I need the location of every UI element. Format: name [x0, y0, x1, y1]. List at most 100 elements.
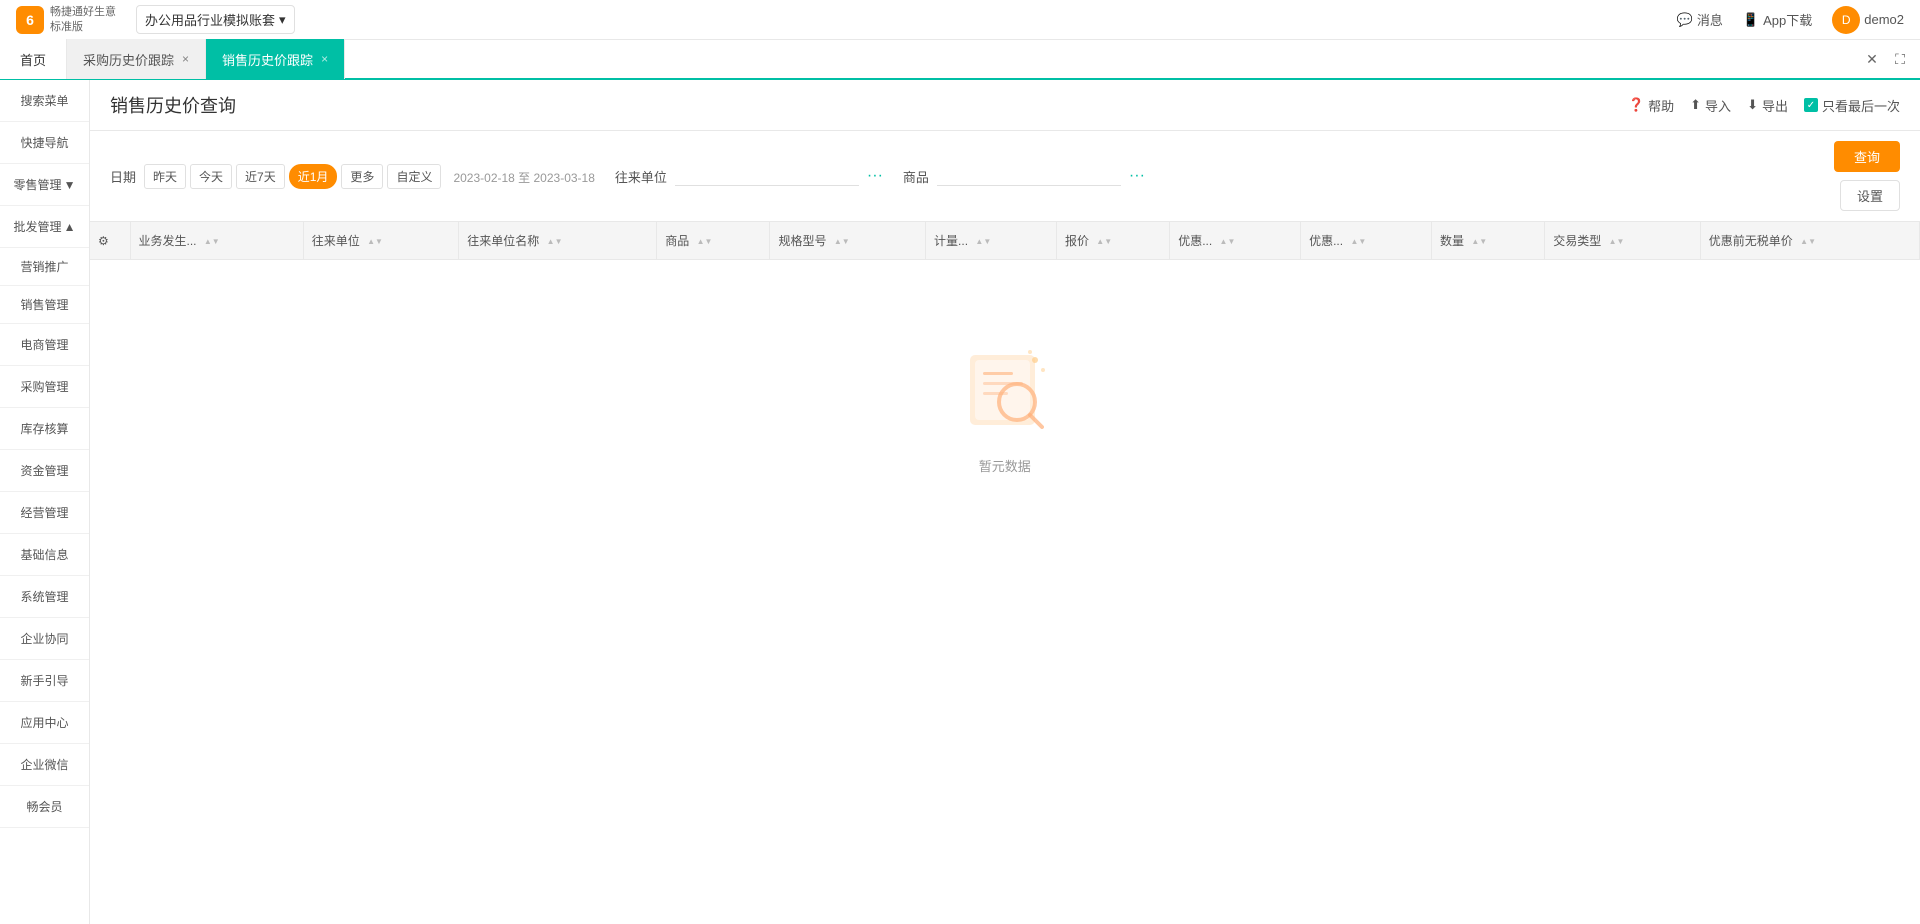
- import-icon: ⬆: [1690, 97, 1701, 113]
- date-btn-yesterday[interactable]: 昨天: [144, 164, 186, 189]
- partner-dots[interactable]: ···: [867, 167, 883, 185]
- sidebar-item-ecommerce[interactable]: 电商管理: [0, 324, 89, 366]
- table-header-discount2[interactable]: 优惠... ▲▼: [1301, 222, 1432, 260]
- date-filter-group: 日期 昨天 今天 近7天 近1月 更多 自定义 2023-02-18 至 202…: [110, 164, 595, 189]
- table-header-product[interactable]: 商品 ▲▼: [657, 222, 770, 260]
- sidebar-item-guide[interactable]: 新手引导: [0, 660, 89, 702]
- date-btn-7days[interactable]: 近7天: [236, 164, 285, 189]
- sort-icon: ▲▼: [975, 238, 991, 246]
- tab-sales-history[interactable]: 销售历史价跟踪 ×: [206, 39, 345, 79]
- sidebar-item-wholesale[interactable]: 批发管理 ▲: [0, 206, 89, 248]
- date-btn-group: 昨天 今天 近7天 近1月 更多 自定义: [144, 164, 441, 189]
- user-profile[interactable]: D demo2: [1832, 6, 1904, 34]
- product-dots[interactable]: ···: [1129, 167, 1145, 185]
- sidebar-item-wechat[interactable]: 企业微信: [0, 744, 89, 786]
- export-action[interactable]: ⬇ 导出: [1747, 96, 1788, 115]
- export-icon: ⬇: [1747, 97, 1758, 113]
- table-header-price[interactable]: 报价 ▲▼: [1056, 222, 1169, 260]
- sidebar-item-members[interactable]: 畅会员: [0, 786, 89, 828]
- sidebar-item-basic-info[interactable]: 基础信息: [0, 534, 89, 576]
- only-last-checkbox[interactable]: ✓: [1804, 98, 1818, 112]
- partner-label: 往来单位: [615, 167, 667, 186]
- sidebar-item-sales-mgmt[interactable]: 销售管理: [0, 286, 89, 324]
- table-header-spec[interactable]: 规格型号 ▲▼: [770, 222, 926, 260]
- top-bar-right: 💬 消息 📱 App下载 D demo2: [1677, 6, 1904, 34]
- close-all-tabs-button[interactable]: ✕: [1860, 47, 1884, 71]
- sort-icon: ▲▼: [204, 238, 220, 246]
- tab-home[interactable]: 首页: [0, 39, 67, 79]
- table-body: 暂元数据: [90, 260, 1920, 556]
- date-btn-1month[interactable]: 近1月: [289, 164, 338, 189]
- chevron-down-icon: ▾: [279, 12, 286, 28]
- page-title: 销售历史价查询: [110, 92, 236, 118]
- sidebar-item-purchase[interactable]: 采购管理: [0, 366, 89, 408]
- sort-icon: ▲▼: [1350, 238, 1366, 246]
- tab-purchase-label: 采购历史价跟踪: [83, 50, 174, 69]
- logo-area: 6 畅捷通好生意 标准版: [16, 5, 116, 34]
- help-action[interactable]: ❓ 帮助: [1628, 96, 1674, 115]
- sidebar-item-app-center[interactable]: 应用中心: [0, 702, 89, 744]
- table-header-date[interactable]: 业务发生... ▲▼: [130, 222, 303, 260]
- product-input[interactable]: [937, 166, 1121, 186]
- message-action[interactable]: 💬 消息: [1677, 10, 1723, 29]
- partner-filter-group: 往来单位 ···: [615, 166, 883, 186]
- empty-state: 暂元数据: [90, 260, 1920, 555]
- sort-icon: ▲▼: [834, 238, 850, 246]
- page-header-actions: ❓ 帮助 ⬆ 导入 ⬇ 导出 ✓ 只看最后一次: [1628, 96, 1900, 115]
- import-action[interactable]: ⬆ 导入: [1690, 96, 1731, 115]
- partner-input[interactable]: [675, 166, 859, 186]
- tab-close-purchase[interactable]: ×: [182, 52, 189, 66]
- maximize-button[interactable]: ⛶: [1888, 47, 1912, 71]
- product-filter-group: 商品 ···: [903, 166, 1145, 186]
- main-layout: 搜索菜单 快捷导航 零售管理 ▼ 批发管理 ▲ 营销推广 销售管理 电商管理 采…: [0, 80, 1920, 924]
- help-icon: ❓: [1628, 97, 1644, 113]
- table-header-discount1[interactable]: 优惠... ▲▼: [1170, 222, 1301, 260]
- sidebar-item-retail[interactable]: 零售管理 ▼: [0, 164, 89, 206]
- logo-icon: 6: [16, 6, 44, 34]
- empty-icon: [945, 340, 1065, 440]
- download-icon: 📱: [1743, 12, 1759, 28]
- filter-row: 日期 昨天 今天 近7天 近1月 更多 自定义 2023-02-18 至 202…: [110, 141, 1900, 211]
- tab-close-sales[interactable]: ×: [321, 52, 328, 66]
- table-header-gear[interactable]: ⚙: [90, 222, 130, 260]
- app-download-action[interactable]: 📱 App下载: [1743, 10, 1812, 29]
- table-header-qty[interactable]: 数量 ▲▼: [1431, 222, 1544, 260]
- tab-bar: 首页 采购历史价跟踪 × 销售历史价跟踪 × ✕ ⛶: [0, 40, 1920, 80]
- table-container: ⚙ 业务发生... ▲▼ 往来单位 ▲▼ 往来单位名称 ▲▼: [90, 222, 1920, 924]
- sort-icon: ▲▼: [1220, 238, 1236, 246]
- settings-button[interactable]: 设置: [1840, 180, 1900, 211]
- sidebar-item-inventory[interactable]: 库存核算: [0, 408, 89, 450]
- date-btn-more[interactable]: 更多: [341, 164, 383, 189]
- table-header-trade-type[interactable]: 交易类型 ▲▼: [1545, 222, 1701, 260]
- message-icon: 💬: [1677, 12, 1693, 28]
- data-table: ⚙ 业务发生... ▲▼ 往来单位 ▲▼ 往来单位名称 ▲▼: [90, 222, 1920, 555]
- table-header-pretax-price[interactable]: 优惠前无税单价 ▲▼: [1700, 222, 1919, 260]
- sort-icon: ▲▼: [547, 238, 563, 246]
- sidebar-item-quick-nav[interactable]: 快捷导航: [0, 122, 89, 164]
- workspace-selector[interactable]: 办公用品行业模拟账套 ▾: [136, 5, 295, 34]
- sidebar-item-operations[interactable]: 经营管理: [0, 492, 89, 534]
- logo-text: 畅捷通好生意 标准版: [50, 5, 116, 34]
- table-header-unit[interactable]: 计量... ▲▼: [926, 222, 1057, 260]
- filter-right: 查询 设置: [1834, 141, 1900, 211]
- sidebar-item-marketing[interactable]: 营销推广: [0, 248, 89, 286]
- tab-sales-label: 销售历史价跟踪: [222, 50, 313, 69]
- tab-purchase-history[interactable]: 采购历史价跟踪 ×: [67, 39, 206, 79]
- table-header-partner-code[interactable]: 往来单位 ▲▼: [303, 222, 459, 260]
- product-label: 商品: [903, 167, 929, 186]
- chevron-up-icon: ▲: [64, 220, 76, 234]
- content-area: 销售历史价查询 ❓ 帮助 ⬆ 导入 ⬇ 导出 ✓ 只: [90, 80, 1920, 924]
- search-button[interactable]: 查询: [1834, 141, 1900, 172]
- empty-text: 暂元数据: [979, 456, 1031, 475]
- gear-icon[interactable]: ⚙: [98, 234, 109, 248]
- filter-bar: 日期 昨天 今天 近7天 近1月 更多 自定义 2023-02-18 至 202…: [90, 131, 1920, 222]
- date-btn-today[interactable]: 今天: [190, 164, 232, 189]
- sidebar-item-search[interactable]: 搜索菜单: [0, 80, 89, 122]
- only-last-checkbox-wrapper[interactable]: ✓ 只看最后一次: [1804, 96, 1900, 115]
- date-btn-custom[interactable]: 自定义: [387, 164, 441, 189]
- sidebar-item-enterprise[interactable]: 企业协同: [0, 618, 89, 660]
- table-header-partner-name[interactable]: 往来单位名称 ▲▼: [459, 222, 657, 260]
- sidebar-item-finance[interactable]: 资金管理: [0, 450, 89, 492]
- sidebar-item-system[interactable]: 系统管理: [0, 576, 89, 618]
- sort-icon: ▲▼: [697, 238, 713, 246]
